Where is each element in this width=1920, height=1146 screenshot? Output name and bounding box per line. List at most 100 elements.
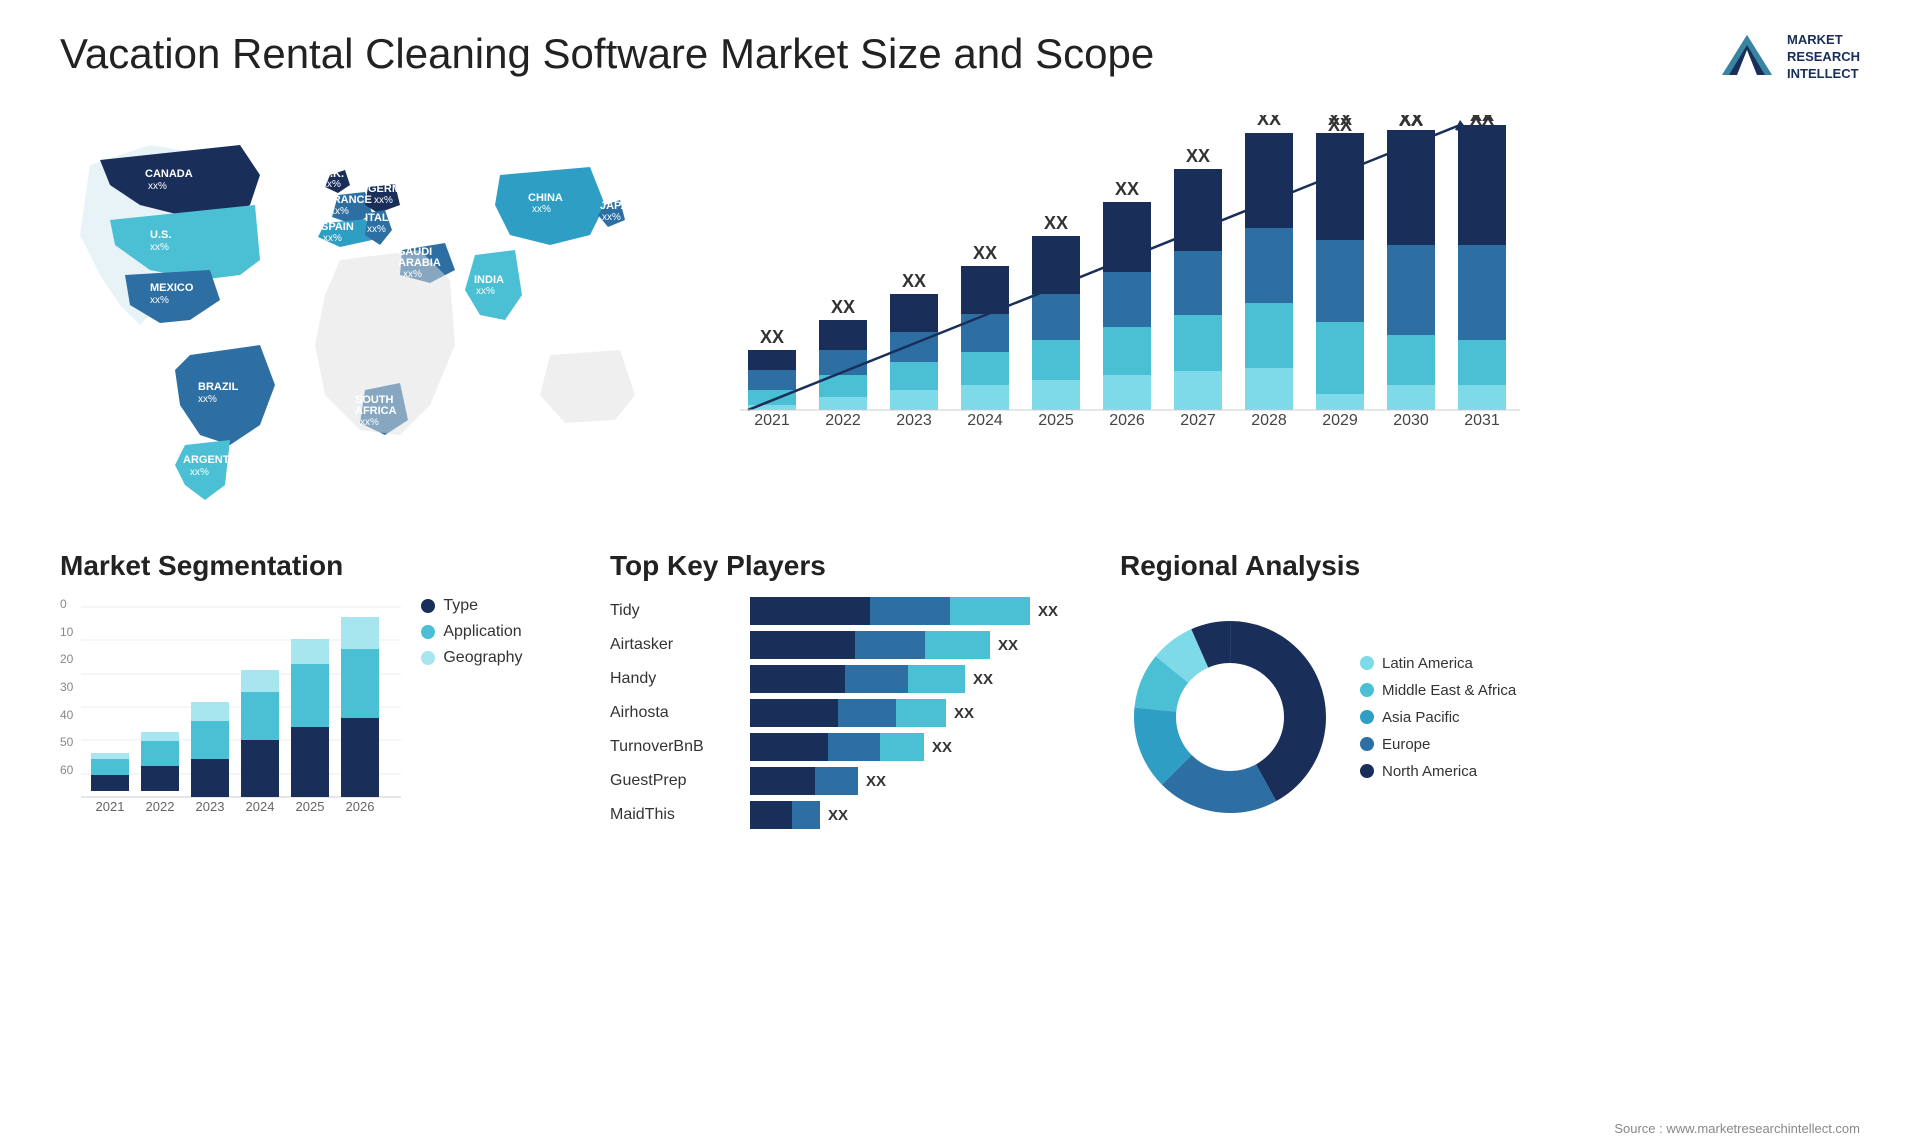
seg-bars-svg: 2021 2022 2023 [81,597,401,817]
reg-legend-latin-dot [1360,656,1374,670]
map-label-germany: GERMANY [368,183,425,195]
reg-legend-apac-dot [1360,710,1374,724]
map-pct-germany: xx% [374,195,393,206]
player-row-handy: Handy XX [610,665,1090,693]
reg-legend-europe-dot [1360,737,1374,751]
svg-text:XX: XX [1257,115,1281,129]
map-pct-brazil: xx% [198,394,217,405]
page-title: Vacation Rental Cleaning Software Market… [60,30,1154,78]
map-label-canada: CANADA [145,168,193,180]
donut-chart-svg [1120,607,1340,827]
svg-text:2024: 2024 [967,412,1003,429]
map-label-brazil: BRAZIL [198,381,239,393]
reg-legend-mea: Middle East & Africa [1360,682,1516,699]
svg-text:2030: 2030 [1393,412,1429,429]
world-map-svg: CANADA xx% U.S. xx% MEXICO xx% BRAZIL xx… [60,105,680,525]
svg-text:XX: XX [1328,115,1352,135]
map-label-spain: SPAIN [321,221,354,233]
map-label-india: INDIA [474,274,504,286]
svg-text:2028: 2028 [1251,412,1287,429]
bar-chart-section: XX 2021 XX 2022 [720,105,1860,530]
svg-text:2026: 2026 [346,799,375,814]
svg-text:XX: XX [1115,179,1139,199]
map-label-sa2: AFRICA [355,405,397,417]
map-pct-france: xx% [330,206,349,217]
map-pct-us: xx% [150,242,169,253]
reg-legend-na-label: North America [1382,763,1477,780]
segmentation-title: Market Segmentation [60,550,580,582]
map-pct-saudi: xx% [403,269,422,280]
map-pct-sa: xx% [360,417,379,428]
reg-legend-apac: Asia Pacific [1360,709,1516,726]
player-row-maidthis: MaidThis XX [610,801,1090,829]
svg-text:XX: XX [831,297,855,317]
legend-geography: Geography [421,649,522,667]
logo-text: MARKET RESEARCH INTELLECT [1787,32,1860,83]
map-label-argentina: ARGENTINA [183,454,248,466]
reg-legend-mea-label: Middle East & Africa [1382,682,1516,699]
svg-text:XX: XX [1399,115,1423,130]
main-grid: CANADA xx% U.S. xx% MEXICO xx% BRAZIL xx… [60,105,1860,829]
svg-text:2031: 2031 [1464,412,1500,429]
legend-type-dot [421,599,435,613]
legend-geography-dot [421,651,435,665]
reg-legend-northamerica: North America [1360,763,1516,780]
regional-section: Regional Analysis [1120,550,1860,829]
regional-legend: Latin America Middle East & Africa Asia … [1360,655,1516,780]
player-name-airhosta: Airhosta [610,704,740,722]
player-row-turnoverbnb: TurnoverBnB XX [610,733,1090,761]
segmentation-section: Market Segmentation 60 50 40 30 20 10 0 [60,550,580,829]
player-name-turnoverbnb: TurnoverBnB [610,738,740,756]
reg-legend-latin-america: Latin America [1360,655,1516,672]
brand-logo-icon [1717,30,1777,85]
svg-text:2022: 2022 [825,412,861,429]
svg-text:2023: 2023 [896,412,932,429]
svg-text:2022: 2022 [146,799,175,814]
map-pct-spain: xx% [323,233,342,244]
bar-2024: XX 2024 [961,243,1009,429]
legend-application-label: Application [443,623,521,641]
bottom-grid: Market Segmentation 60 50 40 30 20 10 0 [60,550,1860,829]
svg-text:2026: 2026 [1109,412,1145,429]
player-bar-maidthis: XX [750,801,1090,829]
reg-legend-europe-label: Europe [1382,736,1430,753]
player-bar-guestprep: XX [750,767,1090,795]
player-row-airhosta: Airhosta XX [610,699,1090,727]
svg-text:2023: 2023 [196,799,225,814]
svg-text:2029: 2029 [1322,412,1358,429]
player-row-airtasker: Airtasker XX [610,631,1090,659]
svg-text:2025: 2025 [1038,412,1074,429]
donut-container: Latin America Middle East & Africa Asia … [1120,607,1860,827]
svg-text:XX: XX [1470,115,1494,125]
reg-legend-apac-label: Asia Pacific [1382,709,1460,726]
player-bar-handy: XX [750,665,1090,693]
svg-text:2021: 2021 [96,799,125,814]
player-bar-tidy: XX [750,597,1090,625]
player-name-tidy: Tidy [610,602,740,620]
seg-chart-area: 60 50 40 30 20 10 0 [60,597,580,817]
map-label-us: U.S. [150,229,171,241]
player-row-guestprep: GuestPrep XX [610,767,1090,795]
source-text: Source : www.marketresearchintellect.com [1614,1121,1860,1136]
svg-text:2025: 2025 [296,799,325,814]
map-pct-italy: xx% [367,224,386,235]
seg-legend: Type Application Geography [421,597,522,667]
player-row-tidy: Tidy XX [610,597,1090,625]
players-section: Top Key Players Tidy XX [610,550,1090,829]
player-name-airtasker: Airtasker [610,636,740,654]
reg-legend-na-dot [1360,764,1374,778]
svg-text:2024: 2024 [246,799,275,814]
map-label-japan: JAPAN [600,200,637,212]
map-label-mexico: MEXICO [150,282,194,294]
svg-text:XX: XX [902,271,926,291]
regional-title: Regional Analysis [1120,550,1860,582]
players-title: Top Key Players [610,550,1090,582]
player-bar-turnoverbnb: XX [750,733,1090,761]
legend-application: Application [421,623,522,641]
players-list: Tidy XX Airtasker [610,597,1090,829]
bar-2027: XX 2027 [1174,146,1222,429]
page-container: Vacation Rental Cleaning Software Market… [0,0,1920,1146]
header: Vacation Rental Cleaning Software Market… [60,30,1860,85]
map-pct-mexico: xx% [150,295,169,306]
reg-legend-europe: Europe [1360,736,1516,753]
